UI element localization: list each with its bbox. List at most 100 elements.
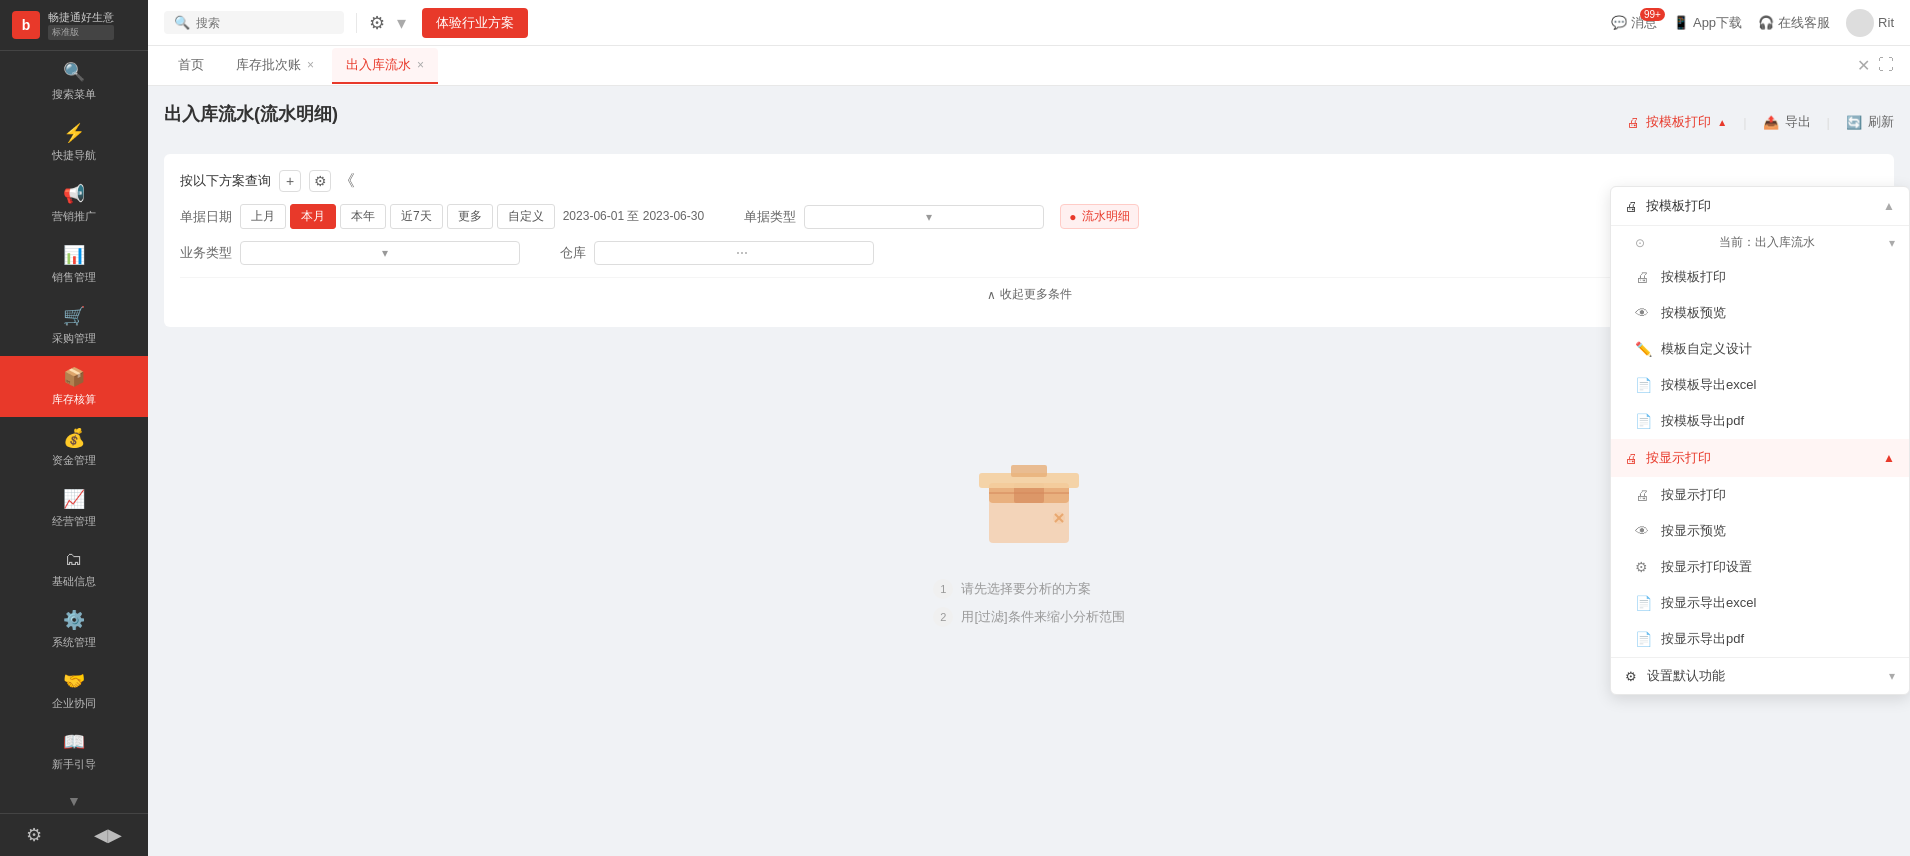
date-btn-more[interactable]: 更多 (447, 204, 493, 229)
date-btn-7days[interactable]: 近7天 (390, 204, 443, 229)
dropdown-item-display-preview[interactable]: 👁 按显示预览 (1611, 513, 1909, 549)
sidebar-item-label: 销售管理 (52, 270, 96, 285)
filter-collapse-btn[interactable]: 《 (339, 171, 355, 192)
page-title: 出入库流水(流水明细) (164, 102, 338, 126)
dropdown-item-display-settings[interactable]: ⚙ 按显示打印设置 (1611, 549, 1909, 585)
display-settings-icon: ⚙ (1635, 559, 1651, 575)
sidebar-item-sales[interactable]: 📊 销售管理 (0, 234, 148, 295)
sidebar-item-label: 搜索菜单 (52, 87, 96, 102)
filter-settings-btn[interactable]: ⚙ (309, 170, 331, 192)
template-print-label: 按模板打印 (1646, 113, 1711, 131)
sidebar-logo: b 畅捷通好生意 标准版 (0, 0, 148, 51)
dropdown-header[interactable]: 🖨 按模板打印 ▲ (1611, 187, 1909, 226)
dropdown-header-title: 🖨 按模板打印 (1625, 197, 1711, 215)
tab-batch-close[interactable]: × (307, 58, 314, 72)
tabbar-right: ✕ ⛶ (1857, 56, 1894, 75)
sidebar-bottom: ⚙ ◀▶ (0, 813, 148, 856)
dropdown-item-template-export-pdf[interactable]: 📄 按模板导出pdf (1611, 403, 1909, 439)
sidebar-scroll-down[interactable]: ▼ (0, 789, 148, 813)
tab-flow-close[interactable]: × (417, 58, 424, 72)
filter-add-btn[interactable]: + (279, 170, 301, 192)
tabbar-maximize-icon[interactable]: ⛶ (1878, 56, 1894, 75)
tab-home[interactable]: 首页 (164, 48, 218, 84)
sidebar-item-label: 采购管理 (52, 331, 96, 346)
sidebar-item-label: 企业协同 (52, 696, 96, 711)
warehouse-arrow-icon: ⋯ (736, 246, 863, 260)
empty-step-2: 2 用[过滤]条件来缩小分析范围 (933, 607, 1124, 627)
tabbar-close-all-icon[interactable]: ✕ (1857, 56, 1870, 75)
sidebar-item-label: 系统管理 (52, 635, 96, 650)
search-input[interactable] (196, 16, 316, 30)
operations-icon: 📈 (63, 488, 85, 510)
tab-flow[interactable]: 出入库流水 × (332, 48, 438, 84)
sidebar-item-marketing[interactable]: 📢 营销推广 (0, 173, 148, 234)
filter-doctype-select[interactable]: ▾ (804, 205, 1044, 229)
topbar-dropdown-icon[interactable]: ▾ (397, 12, 406, 34)
filter-tag-text: 流水明细 (1082, 208, 1130, 225)
dropdown-item-display-print[interactable]: 🖨 按显示打印 (1611, 477, 1909, 513)
settings-bottom-icon[interactable]: ⚙ (26, 824, 42, 846)
filter-header-label: 按以下方案查询 (180, 172, 271, 190)
sidebar-item-quicknav[interactable]: ⚡ 快捷导航 (0, 112, 148, 173)
sidebar-item-enterprise[interactable]: 🤝 企业协同 (0, 660, 148, 721)
template-excel-icon: 📄 (1635, 377, 1651, 393)
online-service-label: 在线客服 (1778, 14, 1830, 32)
sidebar-item-finance[interactable]: 💰 资金管理 (0, 417, 148, 478)
sidebar-item-base[interactable]: 🗂 基础信息 (0, 539, 148, 599)
dropdown-item-template-preview[interactable]: 👁 按模板预览 (1611, 295, 1909, 331)
template-print-btn[interactable]: 🖨 按模板打印 ▲ (1627, 113, 1727, 131)
sidebar-item-guide[interactable]: 📖 新手引导 (0, 721, 148, 782)
filter-doctype-field: 单据类型 ▾ (744, 205, 1044, 229)
sidebar-item-search[interactable]: 🔍 搜索菜单 (0, 51, 148, 112)
topbar-right: 💬 消息 99+ 📱 App下载 🎧 在线客服 Rit (1611, 9, 1894, 37)
user-avatar[interactable]: Rit (1846, 9, 1894, 37)
sidebar-item-purchase[interactable]: 🛒 采购管理 (0, 295, 148, 356)
filter-biztype-select[interactable]: ▾ (240, 241, 520, 265)
tab-batch[interactable]: 库存批次账 × (222, 48, 328, 84)
filter-tag-icon: ● (1069, 210, 1076, 224)
filter-warehouse-field: 仓库 ⋯ (560, 241, 874, 265)
app-download-btn[interactable]: 📱 App下载 (1673, 14, 1742, 32)
sidebar-item-appcenter[interactable]: 🔲 应用中心 (0, 782, 148, 789)
date-btn-custom[interactable]: 自定义 (497, 204, 555, 229)
filter-active-tag[interactable]: ● 流水明细 (1060, 204, 1139, 229)
collapse-sidebar-icon[interactable]: ◀▶ (94, 824, 122, 846)
marketing-icon: 📢 (63, 183, 85, 205)
online-service-btn[interactable]: 🎧 在线客服 (1758, 14, 1830, 32)
template-print-item-icon: 🖨 (1635, 269, 1651, 285)
sidebar-item-operations[interactable]: 📈 经营管理 (0, 478, 148, 539)
footer-arrow-icon: ▾ (1889, 669, 1895, 683)
sidebar-item-inventory[interactable]: 📦 库存核算 (0, 356, 148, 417)
finance-icon: 💰 (63, 427, 85, 449)
date-btn-this-year[interactable]: 本年 (340, 204, 386, 229)
date-btn-last-month[interactable]: 上月 (240, 204, 286, 229)
display-preview-label: 按显示预览 (1661, 522, 1726, 540)
topbar-settings-icon[interactable]: ⚙ (369, 12, 385, 34)
biztype-arrow-icon: ▾ (382, 246, 509, 260)
dropdown-item-display-export-pdf[interactable]: 📄 按显示导出pdf (1611, 621, 1909, 657)
dropdown-display-section-header[interactable]: 🖨 按显示打印 ▲ (1611, 439, 1909, 477)
template-design-item-icon: ✏️ (1635, 341, 1651, 357)
dropdown-item-template-design[interactable]: ✏️ 模板自定义设计 (1611, 331, 1909, 367)
filter-biztype-label: 业务类型 (180, 244, 232, 262)
dropdown-item-template-print[interactable]: 🖨 按模板打印 (1611, 259, 1909, 295)
purchase-icon: 🛒 (63, 305, 85, 327)
dropdown-footer[interactable]: ⚙ 设置默认功能 ▾ (1611, 657, 1909, 694)
filter-warehouse-select[interactable]: ⋯ (594, 241, 874, 265)
sidebar-scroll: 🔍 搜索菜单 ⚡ 快捷导航 📢 营销推广 📊 销售管理 🛒 采购管理 📦 (0, 51, 148, 789)
trial-btn[interactable]: 体验行业方案 (422, 8, 528, 38)
sidebar-item-label: 资金管理 (52, 453, 96, 468)
dropdown-item-template-export-excel[interactable]: 📄 按模板导出excel (1611, 367, 1909, 403)
export-btn[interactable]: 📤 导出 (1763, 113, 1811, 131)
display-settings-label: 按显示打印设置 (1661, 558, 1752, 576)
dropdown-item-display-export-excel[interactable]: 📄 按显示导出excel (1611, 585, 1909, 621)
sidebar-item-label: 基础信息 (52, 574, 96, 589)
date-range-text: 2023-06-01 至 2023-06-30 (563, 208, 704, 225)
sidebar-item-system[interactable]: ⚙️ 系统管理 (0, 599, 148, 660)
topbar-search[interactable]: 🔍 (164, 11, 344, 34)
search-icon: 🔍 (63, 61, 85, 83)
message-btn[interactable]: 💬 消息 99+ (1611, 14, 1657, 32)
date-btn-this-month[interactable]: 本月 (290, 204, 336, 229)
refresh-btn[interactable]: 🔄 刷新 (1846, 113, 1894, 131)
step-1-text: 请先选择要分析的方案 (961, 580, 1091, 598)
